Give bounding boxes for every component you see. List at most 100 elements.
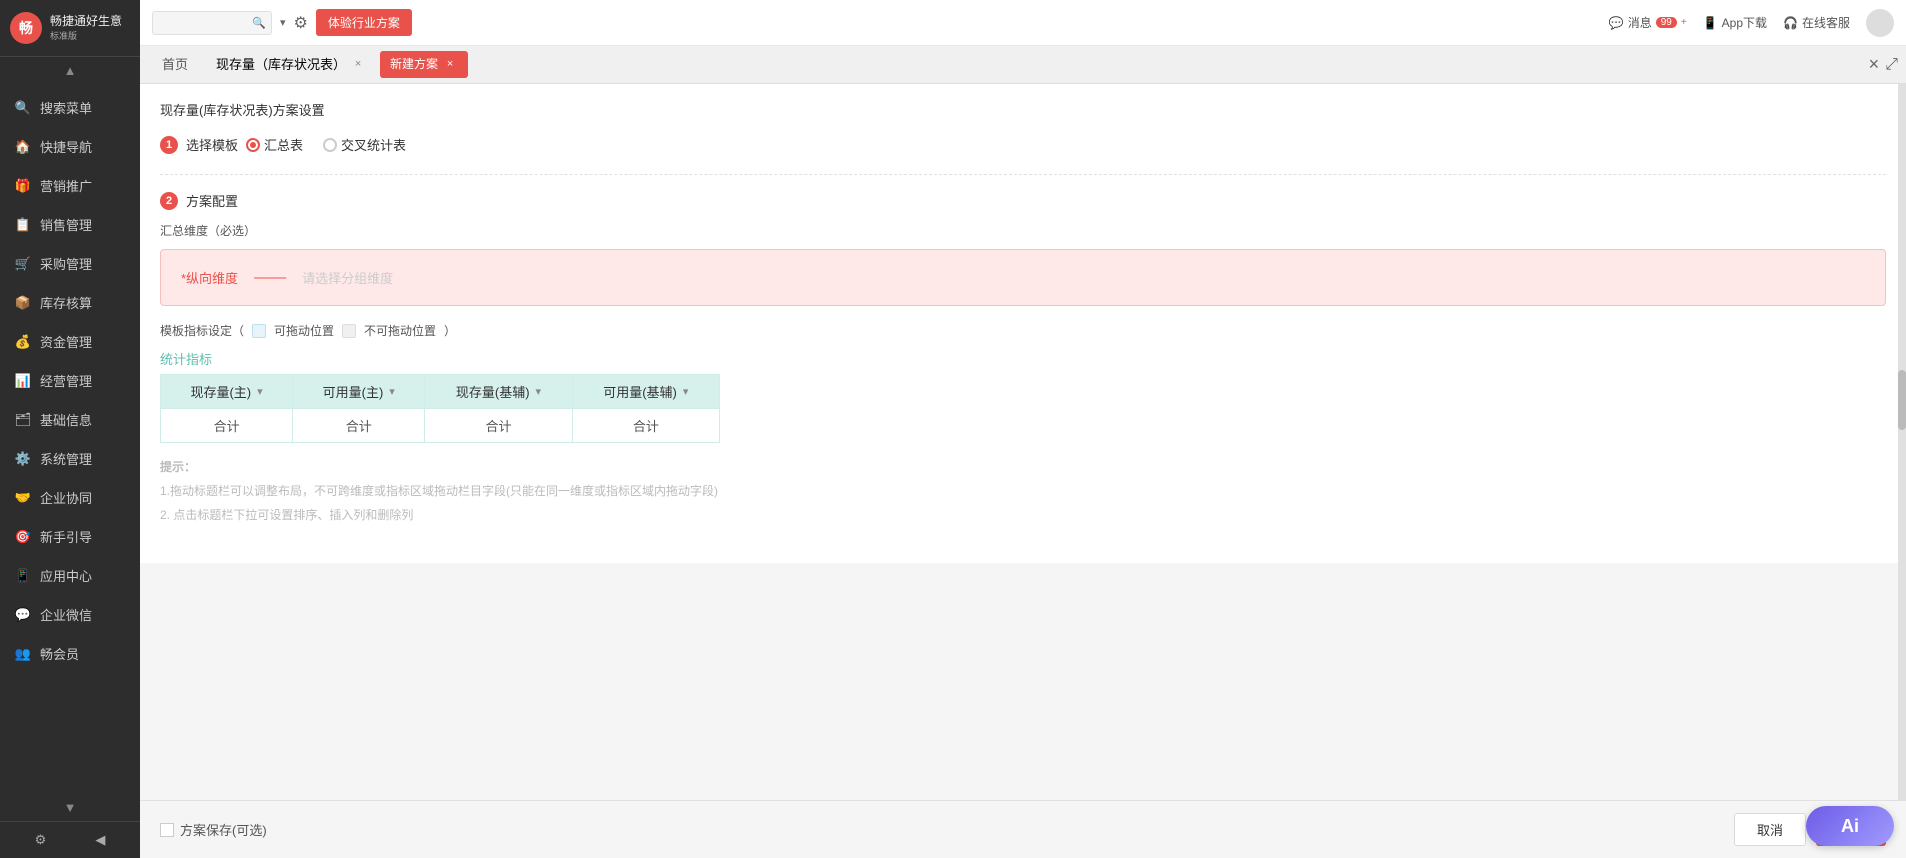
col1-dropdown-icon[interactable]: ▾ bbox=[257, 385, 263, 398]
stats-section-label: 统计指标 bbox=[160, 349, 1886, 368]
panel-close-btn[interactable]: × bbox=[1869, 54, 1880, 75]
tab-new-plan-label: 新建方案 bbox=[390, 55, 438, 72]
sidebar-item-label: 营销推广 bbox=[40, 176, 92, 195]
ai-bubble[interactable]: Ai bbox=[1806, 806, 1894, 846]
radio-summary-circle bbox=[246, 138, 260, 152]
col4-dropdown-icon[interactable]: ▾ bbox=[683, 385, 689, 398]
tab-home[interactable]: 首页 bbox=[148, 46, 202, 83]
online-service-label: 在线客服 bbox=[1802, 14, 1850, 31]
search-menu-icon: 🔍 bbox=[14, 99, 32, 117]
sidebar-item-operations[interactable]: 📊 经营管理 bbox=[0, 361, 140, 400]
col-header-1[interactable]: 现存量(主) ▾ bbox=[161, 375, 293, 409]
tab-home-label: 首页 bbox=[162, 54, 188, 73]
sidebar-nav: 🔍 搜索菜单 🏠 快捷导航 🎁 营销推广 📋 销售管理 🛒 采购管理 📦 库存核… bbox=[0, 84, 140, 794]
radio-cross[interactable]: 交叉统计表 bbox=[323, 135, 406, 154]
sidebar-scroll-down[interactable]: ▼ bbox=[0, 794, 140, 821]
col-header-4[interactable]: 可用量(基辅) ▾ bbox=[572, 375, 719, 409]
sidebar-scroll-up[interactable]: ▲ bbox=[0, 57, 140, 84]
scrollbar-thumb[interactable] bbox=[1898, 370, 1906, 430]
service-icon: 🎧 bbox=[1783, 16, 1798, 30]
message-icon: 💬 bbox=[1609, 16, 1624, 30]
app-download-badge[interactable]: 📱 App下载 bbox=[1703, 14, 1767, 31]
topbar-gear-btn[interactable]: ⚙ bbox=[294, 13, 308, 33]
sidebar-item-label: 快捷导航 bbox=[40, 137, 92, 156]
step2-label: 方案配置 bbox=[186, 191, 238, 210]
sidebar-item-system[interactable]: ⚙️ 系统管理 bbox=[0, 439, 140, 478]
sidebar-item-basic-info[interactable]: 🗂 基础信息 bbox=[0, 400, 140, 439]
content-area: 现存量(库存状况表)方案设置 1 选择模板 汇总表 交叉统计表 bbox=[140, 84, 1906, 800]
step1-section: 1 选择模板 汇总表 交叉统计表 bbox=[160, 135, 1886, 154]
sidebar-item-inventory[interactable]: 📦 库存核算 bbox=[0, 283, 140, 322]
sidebar-item-wechat[interactable]: 💬 企业微信 bbox=[0, 595, 140, 634]
sidebar-item-enterprise[interactable]: 🤝 企业协同 bbox=[0, 478, 140, 517]
col-header-3[interactable]: 现存量(基辅) ▾ bbox=[425, 375, 572, 409]
step2-section: 2 方案配置 汇总维度（必选） *纵向维度 —— 请选择分组维度 模板指标设定（… bbox=[160, 191, 1886, 527]
panel-expand-btn[interactable]: ⤢ bbox=[1885, 56, 1898, 74]
section-sep-1 bbox=[160, 174, 1886, 175]
trial-btn[interactable]: 体验行业方案 bbox=[316, 9, 412, 36]
search-input[interactable] bbox=[152, 11, 272, 35]
online-service-badge[interactable]: 🎧 在线客服 bbox=[1783, 14, 1850, 31]
col-header-2[interactable]: 可用量(主) ▾ bbox=[293, 375, 425, 409]
topbar-dropdown-btn[interactable]: ▾ bbox=[280, 16, 286, 29]
sidebar-item-label: 搜索菜单 bbox=[40, 98, 92, 117]
template-config-text: 模板指标设定（ bbox=[160, 322, 244, 339]
draggable-badge bbox=[252, 324, 266, 338]
save-checkbox[interactable] bbox=[160, 823, 174, 837]
sidebar-item-purchase[interactable]: 🛒 采购管理 bbox=[0, 244, 140, 283]
wechat-icon: 💬 bbox=[14, 606, 32, 624]
sidebar-item-label: 企业微信 bbox=[40, 605, 92, 624]
main-area: ▾ ⚙ 体验行业方案 💬 消息 99 + 📱 App下载 🎧 在线客服 bbox=[140, 0, 1906, 858]
sidebar-item-search-menu[interactable]: 🔍 搜索菜单 bbox=[0, 88, 140, 127]
sidebar-item-new-guide[interactable]: 🎯 新手引导 bbox=[0, 517, 140, 556]
sidebar-item-marketing[interactable]: 🎁 营销推广 bbox=[0, 166, 140, 205]
col2-dropdown-icon[interactable]: ▾ bbox=[389, 385, 395, 398]
step1-num: 1 bbox=[160, 136, 178, 154]
sidebar-item-member[interactable]: 👥 畅会员 bbox=[0, 634, 140, 673]
scrollbar[interactable] bbox=[1898, 84, 1906, 800]
tab-new-plan[interactable]: 新建方案 × bbox=[380, 51, 468, 78]
sidebar-item-finance[interactable]: 💰 资金管理 bbox=[0, 322, 140, 361]
tip-line-2: 2. 点击标题栏下拉可设置排序、插入列和删除列 bbox=[160, 503, 1886, 527]
tab-inventory-close[interactable]: × bbox=[350, 56, 366, 72]
save-label: 方案保存(可选) bbox=[180, 820, 267, 839]
sidebar-item-app-center[interactable]: 📱 应用中心 bbox=[0, 556, 140, 595]
message-count: 99 bbox=[1656, 17, 1677, 28]
settings-footer-btn[interactable]: ⚙ bbox=[35, 832, 47, 848]
col3-dropdown-icon[interactable]: ▾ bbox=[536, 385, 542, 398]
user-avatar[interactable] bbox=[1866, 9, 1894, 37]
cancel-button[interactable]: 取消 bbox=[1734, 813, 1806, 846]
sidebar-item-sales[interactable]: 📋 销售管理 bbox=[0, 205, 140, 244]
sidebar-item-label: 系统管理 bbox=[40, 449, 92, 468]
step1-header: 1 选择模板 汇总表 交叉统计表 bbox=[160, 135, 1886, 154]
tab-inventory-status[interactable]: 现存量（库存状况表） × bbox=[202, 46, 380, 83]
tips-title: 提示： bbox=[160, 460, 196, 474]
template-config: 模板指标设定（ 可拖动位置 不可拖动位置 ） 统计指标 bbox=[160, 322, 1886, 443]
bottom-bar: 方案保存(可选) 取消 查询 bbox=[140, 800, 1906, 858]
cell-1-2: 合计 bbox=[293, 409, 425, 443]
save-option[interactable]: 方案保存(可选) bbox=[160, 820, 267, 839]
message-badge[interactable]: 💬 消息 99 + bbox=[1609, 14, 1687, 31]
template-config-close: ） bbox=[444, 322, 456, 339]
dim-box[interactable]: *纵向维度 —— 请选择分组维度 bbox=[160, 249, 1886, 306]
ai-label: Ai bbox=[1841, 816, 1859, 837]
radio-summary[interactable]: 汇总表 bbox=[246, 135, 303, 154]
collapse-footer-btn[interactable]: ◀ bbox=[95, 832, 105, 848]
message-label: 消息 bbox=[1628, 14, 1652, 31]
sidebar-item-quick-nav[interactable]: 🏠 快捷导航 bbox=[0, 127, 140, 166]
step1-label: 选择模板 bbox=[186, 135, 238, 154]
tab-new-plan-close[interactable]: × bbox=[442, 56, 458, 72]
member-icon: 👥 bbox=[14, 645, 32, 663]
sales-icon: 📋 bbox=[14, 216, 32, 234]
radio-cross-circle bbox=[323, 138, 337, 152]
tip-line-1: 1.拖动标题栏可以调整布局，不可跨维度或指标区域拖动栏目字段(只能在同一维度或指… bbox=[160, 479, 1886, 503]
message-plus: + bbox=[1681, 17, 1687, 28]
topbar-left: ▾ ⚙ 体验行业方案 bbox=[152, 9, 412, 36]
cell-1-4: 合计 bbox=[572, 409, 719, 443]
tab-inventory-label: 现存量（库存状况表） bbox=[216, 54, 346, 73]
summary-dim-label: 汇总维度（必选） bbox=[160, 222, 1886, 239]
app-icon: 📱 bbox=[1703, 16, 1718, 30]
sidebar-item-label: 畅会员 bbox=[40, 644, 79, 663]
marketing-icon: 🎁 bbox=[14, 177, 32, 195]
enterprise-icon: 🤝 bbox=[14, 489, 32, 507]
